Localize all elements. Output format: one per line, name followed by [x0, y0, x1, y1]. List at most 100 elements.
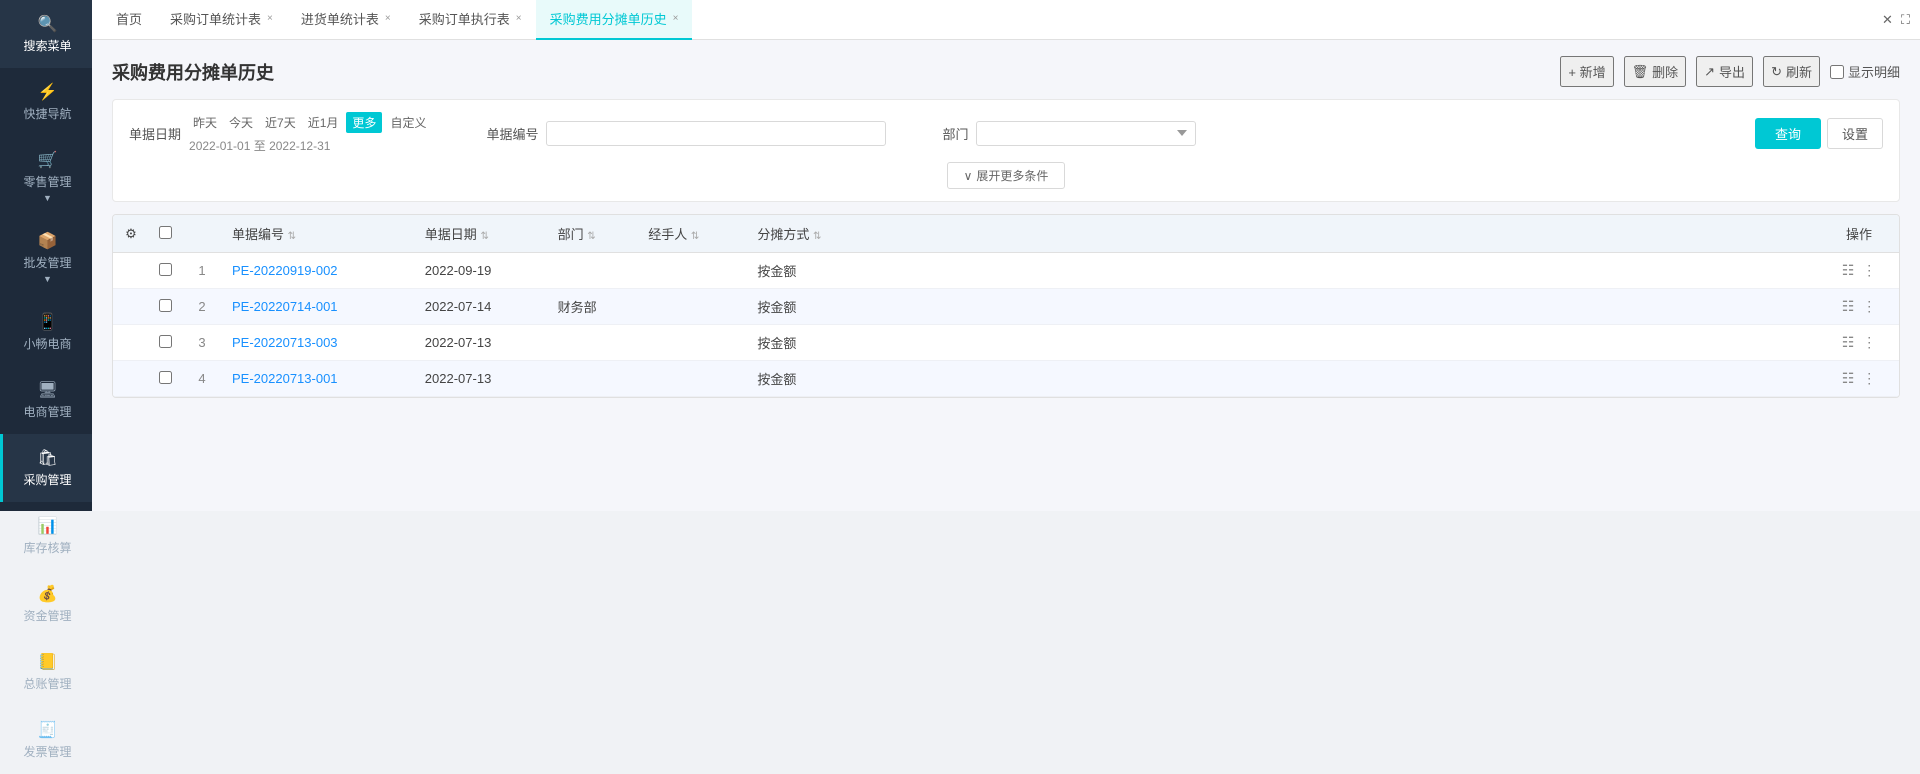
show-cols-toggle[interactable]: 显示明细 [1830, 62, 1900, 81]
table-row: 2 PE-20220714-001 2022-07-14 财务部 按金额 ☷ ⋮ [113, 289, 1899, 325]
tab-close-purchase-order-exec[interactable]: × [516, 13, 522, 24]
row-docno-link-2[interactable]: PE-20220713-003 [232, 335, 338, 350]
search-icon: 🔍 [38, 14, 58, 34]
sidebar-item-retail[interactable]: 🛒 零售管理 ▼ [0, 136, 92, 217]
tab-purchase-order-exec[interactable]: 采购订单执行表× [405, 0, 536, 40]
arrow-icon-retail: ▼ [43, 193, 52, 203]
close-window-icon[interactable]: ✕ [1882, 12, 1893, 28]
sidebar-item-invoice[interactable]: 🧾 发票管理 [0, 706, 92, 774]
add-button[interactable]: + 新增 [1560, 56, 1613, 87]
sidebar-label-retail: 零售管理 [23, 173, 71, 190]
shortcut-custom[interactable]: 自定义 [386, 112, 430, 133]
row-check-0 [149, 253, 182, 289]
col-num [182, 215, 222, 253]
row-check-3 [149, 361, 182, 397]
export-icon: ↗ [1704, 64, 1715, 80]
doc-no-input[interactable] [546, 121, 886, 146]
row-gear-1 [113, 289, 149, 325]
row-checkbox-0[interactable] [159, 263, 172, 276]
table-body: 1 PE-20220919-002 2022-09-19 按金额 ☷ ⋮ 2 P… [113, 253, 1899, 397]
row-edit-icon-1[interactable]: ☷ [1842, 298, 1855, 315]
dept-select[interactable] [976, 121, 1196, 146]
col-method: 分摊方式 ⇅ [747, 215, 1819, 253]
row-docno-2: PE-20220713-003 [222, 325, 415, 361]
table-header-row: ⚙ 单据编号 ⇅ 单据日期 ⇅ [113, 215, 1899, 253]
col-handler-sort[interactable]: ⇅ [691, 231, 699, 242]
shortcut-today[interactable]: 今天 [225, 112, 257, 133]
refresh-icon: ↻ [1771, 64, 1782, 80]
expand-icon: ∨ [964, 169, 973, 183]
col-doc-date: 单据日期 ⇅ [415, 215, 548, 253]
shortcut-7days[interactable]: 近7天 [261, 112, 300, 133]
tab-purchase-order-stats[interactable]: 采购订单统计表× [156, 0, 287, 40]
sidebar-item-wholesale[interactable]: 📦 批发管理 ▼ [0, 217, 92, 298]
select-all-checkbox[interactable] [159, 226, 172, 239]
sidebar-item-ecommerce[interactable]: 🖥 电商管理 [0, 366, 92, 434]
row-edit-icon-2[interactable]: ☷ [1842, 334, 1855, 351]
page-content-area: 采购费用分摊单历史 + 新增 🗑 删除 ↗ 导出 ↻ 刷新 显示明细 [92, 40, 1920, 511]
shortcut-1month[interactable]: 近1月 [304, 112, 343, 133]
tab-close-purchase-cost-history[interactable]: × [673, 13, 679, 24]
sidebar-item-miniapp[interactable]: 📱 小畅电商 [0, 298, 92, 366]
expand-window-icon[interactable]: ⛶ [1901, 12, 1910, 28]
sidebar-item-inventory[interactable]: 📊 库存核算 [0, 502, 92, 570]
filter-settings-button[interactable]: 设置 [1827, 118, 1883, 149]
tab-inbound-stats[interactable]: 进货单统计表× [287, 0, 405, 40]
query-button[interactable]: 查询 [1755, 118, 1821, 149]
row-checkbox-3[interactable] [159, 371, 172, 384]
row-date-3: 2022-07-13 [415, 361, 548, 397]
inventory-icon: 📊 [38, 516, 58, 536]
wholesale-icon: 📦 [38, 231, 58, 251]
col-doc-date-sort[interactable]: ⇅ [480, 231, 488, 242]
row-edit-icon-3[interactable]: ☷ [1842, 370, 1855, 387]
shortcut-yesterday[interactable]: 昨天 [189, 112, 221, 133]
refresh-button[interactable]: ↻ 刷新 [1763, 56, 1820, 87]
col-dept-sort[interactable]: ⇅ [587, 231, 595, 242]
sidebar-item-search[interactable]: 🔍 搜索菜单 [0, 0, 92, 68]
show-cols-checkbox[interactable] [1830, 65, 1844, 79]
row-docno-link-3[interactable]: PE-20220713-001 [232, 371, 338, 386]
sidebar-item-purchase[interactable]: 🛍 采购管理 [0, 434, 92, 502]
row-docno-0: PE-20220919-002 [222, 253, 415, 289]
tab-close-inbound-stats[interactable]: × [385, 13, 391, 24]
shortcut-more[interactable]: 更多 [346, 112, 382, 133]
row-docno-1: PE-20220714-001 [222, 289, 415, 325]
row-num-2: 3 [182, 325, 222, 361]
row-docno-link-0[interactable]: PE-20220919-002 [232, 263, 338, 278]
tab-purchase-cost-history[interactable]: 采购费用分摊单历史× [536, 0, 693, 40]
purchase-icon: 🛍 [37, 448, 57, 468]
tab-close-purchase-order-stats[interactable]: × [267, 13, 273, 24]
tab-home[interactable]: 首页 [102, 0, 156, 40]
row-edit-icon-0[interactable]: ☷ [1842, 262, 1855, 279]
sidebar-item-quick[interactable]: ⚡ 快捷导航 [0, 68, 92, 136]
arrow-icon-wholesale: ▼ [43, 274, 52, 284]
row-checkbox-2[interactable] [159, 335, 172, 348]
row-more-icon-3[interactable]: ⋮ [1862, 370, 1876, 387]
sidebar-item-ledger[interactable]: 📒 总账管理 [0, 638, 92, 706]
main-content: 首页采购订单统计表×进货单统计表×采购订单执行表×采购费用分摊单历史× ✕ ⛶ … [92, 0, 1920, 511]
sidebar-label-quick: 快捷导航 [23, 105, 71, 122]
row-checkbox-1[interactable] [159, 299, 172, 312]
sidebar-item-finance[interactable]: 💰 资金管理 [0, 570, 92, 638]
expand-more-button[interactable]: ∨ 展开更多条件 [947, 162, 1066, 189]
data-table-wrap: ⚙ 单据编号 ⇅ 单据日期 ⇅ [112, 214, 1900, 398]
row-more-icon-0[interactable]: ⋮ [1862, 262, 1876, 279]
page-header: 采购费用分摊单历史 + 新增 🗑 删除 ↗ 导出 ↻ 刷新 显示明细 [112, 56, 1900, 87]
gear-icon[interactable]: ⚙ [125, 226, 137, 241]
export-button[interactable]: ↗ 导出 [1696, 56, 1753, 87]
col-method-sort[interactable]: ⇅ [813, 231, 821, 242]
col-dept-label: 部门 [558, 227, 584, 242]
row-ops-1: ☷ ⋮ [1819, 289, 1899, 325]
toolbar: + 新增 🗑 删除 ↗ 导出 ↻ 刷新 显示明细 [1560, 56, 1900, 87]
sidebar: 🔍 搜索菜单 ⚡ 快捷导航 🛒 零售管理 ▼ 📦 批发管理 ▼ 📱 小畅电商 🖥… [0, 0, 92, 511]
row-more-icon-1[interactable]: ⋮ [1862, 298, 1876, 315]
col-doc-no-sort[interactable]: ⇅ [288, 231, 296, 242]
row-check-2 [149, 325, 182, 361]
finance-icon: 💰 [38, 584, 58, 604]
row-more-icon-2[interactable]: ⋮ [1862, 334, 1876, 351]
sidebar-label-finance: 资金管理 [23, 607, 71, 624]
ecommerce-icon: 🖥 [37, 380, 57, 400]
row-ops-3: ☷ ⋮ [1819, 361, 1899, 397]
delete-button[interactable]: 🗑 删除 [1624, 56, 1687, 87]
row-docno-link-1[interactable]: PE-20220714-001 [232, 299, 338, 314]
